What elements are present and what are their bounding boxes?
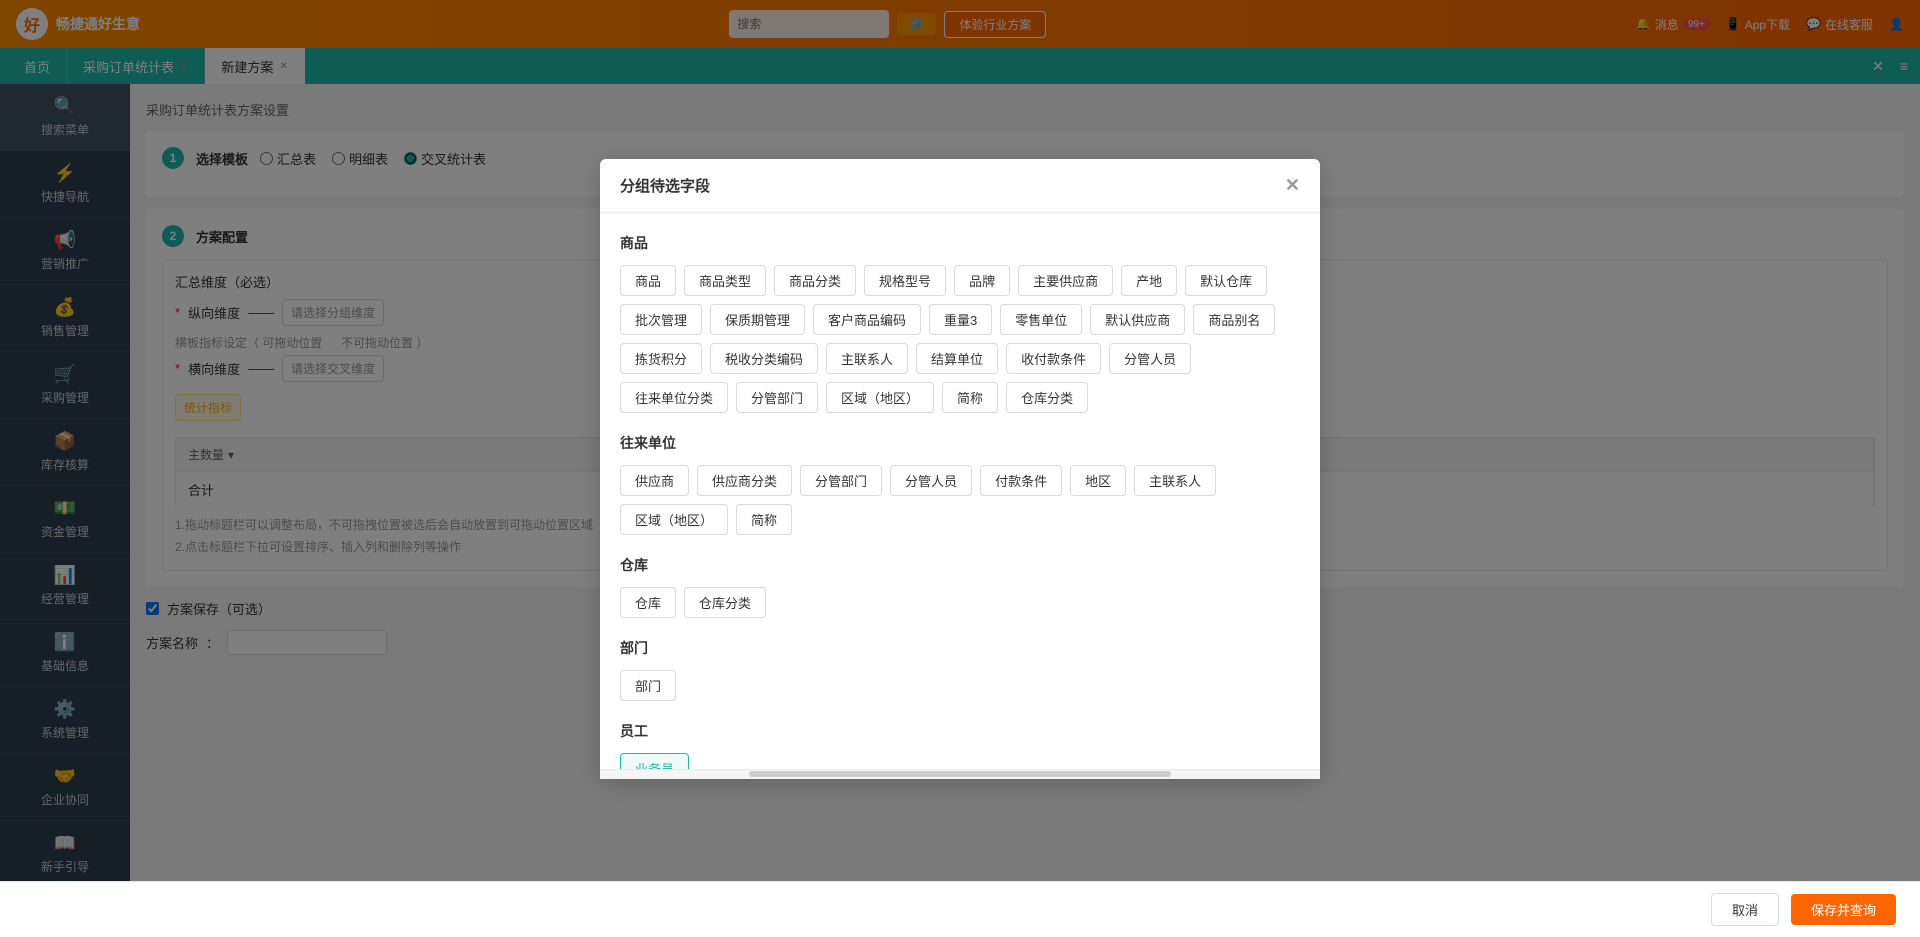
field-department[interactable]: 部门: [620, 670, 676, 701]
modal-footer: 取消 保存并查询: [0, 881, 1920, 937]
section-dept-title: 部门: [620, 638, 1300, 658]
field-settle-unit[interactable]: 结算单位: [916, 343, 998, 374]
section-party-title: 往来单位: [620, 433, 1300, 453]
modal-close-btn[interactable]: ✕: [1285, 175, 1300, 196]
field-area[interactable]: 地区: [1070, 465, 1126, 496]
employee-field-grid: 业务员: [620, 753, 1300, 769]
field-pick-score[interactable]: 拣货积分: [620, 343, 702, 374]
section-dept: 部门 部门: [620, 638, 1300, 701]
field-party-region[interactable]: 区域（地区）: [620, 504, 728, 535]
section-warehouse-title: 仓库: [620, 555, 1300, 575]
field-short-name-product[interactable]: 简称: [942, 382, 998, 413]
field-default-supplier[interactable]: 默认供应商: [1090, 304, 1185, 335]
field-tax-code[interactable]: 税收分类编码: [710, 343, 818, 374]
hscroll-thumb: [749, 771, 1171, 777]
section-employee-title: 员工: [620, 721, 1300, 741]
warehouse-field-grid: 仓库 仓库分类: [620, 587, 1300, 618]
field-party-short[interactable]: 简称: [736, 504, 792, 535]
field-party-category[interactable]: 往来单位分类: [620, 382, 728, 413]
field-party-staff[interactable]: 分管人员: [890, 465, 972, 496]
dept-field-grid: 部门: [620, 670, 1300, 701]
field-payment-terms[interactable]: 收付款条件: [1006, 343, 1101, 374]
field-customer-code[interactable]: 客户商品编码: [813, 304, 921, 335]
modal-title: 分组待选字段: [620, 175, 710, 196]
field-brand[interactable]: 品牌: [954, 265, 1010, 296]
field-product[interactable]: 商品: [620, 265, 676, 296]
field-batch-manage[interactable]: 批次管理: [620, 304, 702, 335]
field-product-type[interactable]: 商品类型: [684, 265, 766, 296]
modal-header: 分组待选字段 ✕: [600, 159, 1320, 213]
field-weight3[interactable]: 重量3: [929, 304, 992, 335]
field-party-dept[interactable]: 分管部门: [800, 465, 882, 496]
field-warehouse-category[interactable]: 仓库分类: [684, 587, 766, 618]
save-button[interactable]: 保存并查询: [1791, 894, 1896, 925]
field-warehouse[interactable]: 仓库: [620, 587, 676, 618]
section-product: 商品 商品 商品类型 商品分类 规格型号 品牌 主要供应商 产地 默认仓库 批次…: [620, 233, 1300, 413]
field-supplier[interactable]: 供应商: [620, 465, 689, 496]
field-region-product[interactable]: 区域（地区）: [826, 382, 934, 413]
modal-dialog: 分组待选字段 ✕ 商品 商品 商品类型 商品分类 规格型号 品牌 主要供应商 产…: [600, 159, 1320, 779]
section-employee: 员工 业务员: [620, 721, 1300, 769]
field-main-supplier[interactable]: 主要供应商: [1018, 265, 1113, 296]
field-supplier-cat[interactable]: 供应商分类: [697, 465, 792, 496]
field-pay-terms[interactable]: 付款条件: [980, 465, 1062, 496]
field-party-contact[interactable]: 主联系人: [1134, 465, 1216, 496]
party-field-grid: 供应商 供应商分类 分管部门 分管人员 付款条件 地区 主联系人 区域（地区） …: [620, 465, 1300, 535]
section-product-title: 商品: [620, 233, 1300, 253]
field-shelf-life[interactable]: 保质期管理: [710, 304, 805, 335]
field-product-category[interactable]: 商品分类: [774, 265, 856, 296]
product-field-grid: 商品 商品类型 商品分类 规格型号 品牌 主要供应商 产地 默认仓库 批次管理 …: [620, 265, 1300, 413]
field-default-warehouse[interactable]: 默认仓库: [1185, 265, 1267, 296]
modal-overlay: 分组待选字段 ✕ 商品 商品 商品类型 商品分类 规格型号 品牌 主要供应商 产…: [0, 0, 1920, 937]
field-main-contact[interactable]: 主联系人: [826, 343, 908, 374]
field-dept[interactable]: 分管部门: [736, 382, 818, 413]
field-manager-staff[interactable]: 分管人员: [1109, 343, 1191, 374]
modal-hscroll[interactable]: [600, 769, 1320, 779]
field-warehouse-cat[interactable]: 仓库分类: [1006, 382, 1088, 413]
section-warehouse: 仓库 仓库 仓库分类: [620, 555, 1300, 618]
field-retail-unit[interactable]: 零售单位: [1000, 304, 1082, 335]
modal-body[interactable]: 商品 商品 商品类型 商品分类 规格型号 品牌 主要供应商 产地 默认仓库 批次…: [600, 213, 1320, 769]
field-salesperson[interactable]: 业务员: [620, 753, 689, 769]
field-spec-model[interactable]: 规格型号: [864, 265, 946, 296]
field-origin[interactable]: 产地: [1121, 265, 1177, 296]
field-product-alias[interactable]: 商品别名: [1193, 304, 1275, 335]
section-party: 往来单位 供应商 供应商分类 分管部门 分管人员 付款条件 地区 主联系人 区域…: [620, 433, 1300, 535]
cancel-button[interactable]: 取消: [1711, 893, 1779, 926]
